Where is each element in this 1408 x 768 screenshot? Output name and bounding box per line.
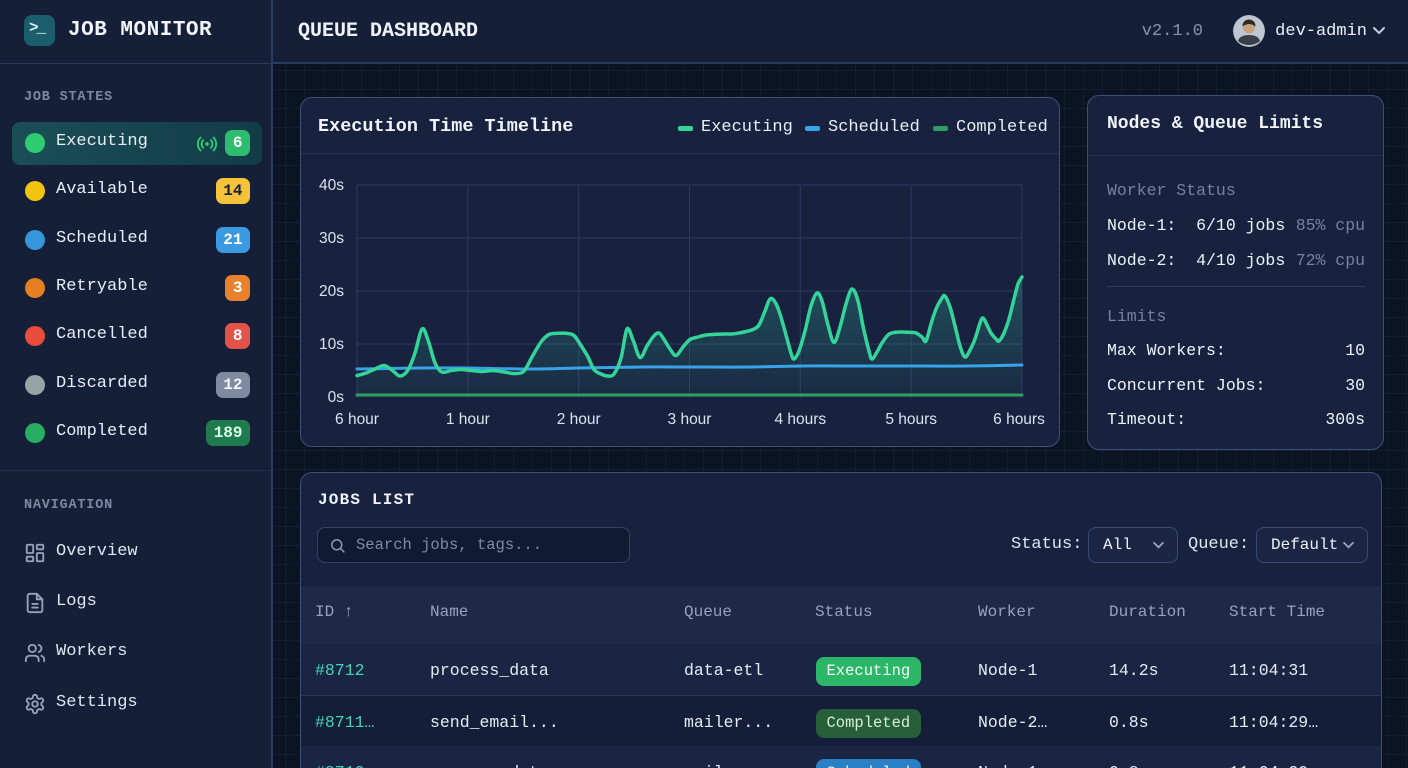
svg-text:10s: 10s — [319, 336, 344, 353]
svg-text:6 hour: 6 hour — [335, 411, 379, 428]
svg-text:1 hour: 1 hour — [446, 411, 490, 428]
svg-text:3 hour: 3 hour — [668, 411, 712, 428]
svg-text:30s: 30s — [319, 230, 344, 247]
svg-text:20s: 20s — [319, 283, 344, 300]
svg-text:4 hours: 4 hours — [774, 411, 826, 428]
svg-text:40s: 40s — [319, 177, 344, 194]
svg-text:0s: 0s — [328, 389, 345, 406]
svg-text:6 hours: 6 hours — [993, 411, 1045, 428]
svg-text:2 hour: 2 hour — [557, 411, 601, 428]
svg-text:5 hours: 5 hours — [885, 411, 937, 428]
